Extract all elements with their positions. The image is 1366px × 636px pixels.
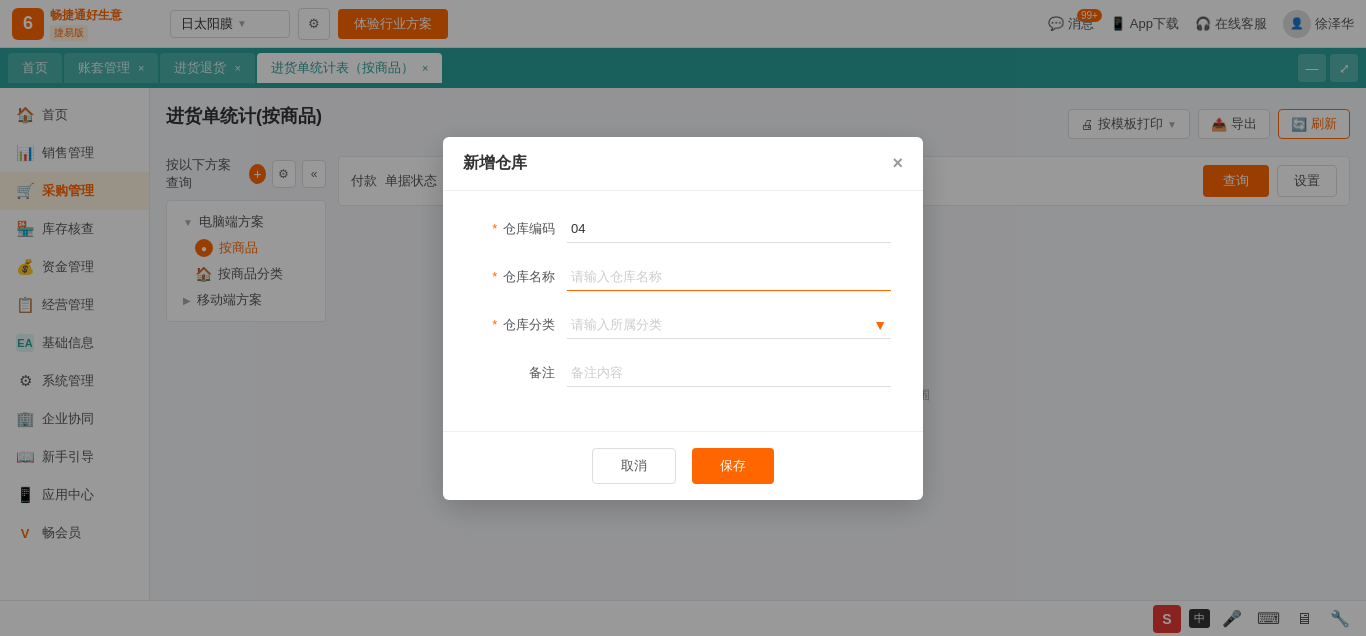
category-select-wrapper: 请输入所属分类 ▼ — [567, 311, 891, 339]
required-star-name: * — [492, 269, 497, 284]
modal-body: * 仓库编码 * 仓库名称 * 仓库分类 请输入所 — [443, 191, 923, 431]
modal-footer: 取消 保存 — [443, 431, 923, 500]
category-label: * 仓库分类 — [475, 316, 555, 334]
form-row-note: 备注 — [475, 359, 891, 387]
modal-title: 新增仓库 — [463, 153, 527, 174]
required-star-category: * — [492, 317, 497, 332]
warehouse-note-input[interactable] — [567, 359, 891, 387]
form-row-name: * 仓库名称 — [475, 263, 891, 291]
modal-close-button[interactable]: × — [892, 154, 903, 172]
note-label: 备注 — [475, 364, 555, 382]
form-row-code: * 仓库编码 — [475, 215, 891, 243]
warehouse-category-select[interactable]: 请输入所属分类 — [567, 311, 891, 339]
add-warehouse-modal: 新增仓库 × * 仓库编码 * 仓库名称 * — [443, 137, 923, 500]
warehouse-name-input[interactable] — [567, 263, 891, 291]
save-button[interactable]: 保存 — [692, 448, 774, 484]
modal-overlay: 新增仓库 × * 仓库编码 * 仓库名称 * — [0, 0, 1366, 636]
name-label: * 仓库名称 — [475, 268, 555, 286]
form-row-category: * 仓库分类 请输入所属分类 ▼ — [475, 311, 891, 339]
modal-header: 新增仓库 × — [443, 137, 923, 191]
required-star-code: * — [492, 221, 497, 236]
cancel-button[interactable]: 取消 — [592, 448, 676, 484]
code-label: * 仓库编码 — [475, 220, 555, 238]
warehouse-code-input[interactable] — [567, 215, 891, 243]
